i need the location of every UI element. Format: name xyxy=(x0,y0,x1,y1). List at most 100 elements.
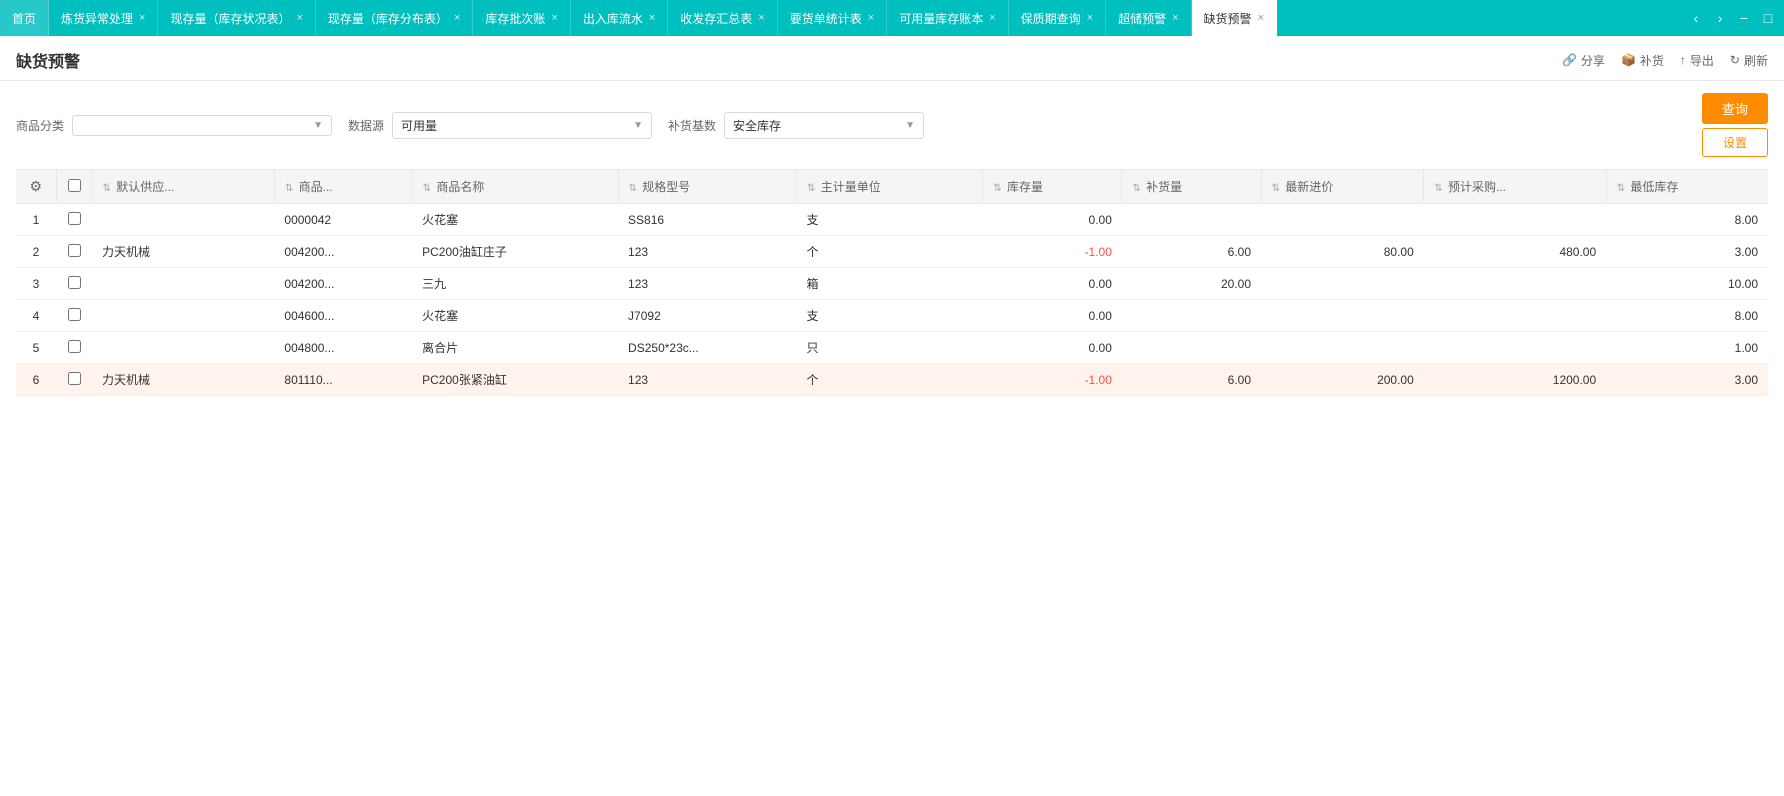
td-min-stock-2: 3.00 xyxy=(1606,236,1768,268)
td-checkbox-4[interactable] xyxy=(56,300,92,332)
td-replenish-3: 20.00 xyxy=(1122,268,1261,300)
tab-shoufa-close[interactable]: × xyxy=(758,12,764,24)
td-checkbox-6[interactable] xyxy=(56,364,92,396)
tab-churuku-close[interactable]: × xyxy=(649,12,655,24)
td-product-code-1: 0000042 xyxy=(274,204,412,236)
th-gear[interactable]: ⚙ xyxy=(16,170,56,204)
th-min-stock[interactable]: ⇅ 最低库存 xyxy=(1606,170,1768,204)
tab-baoqian-label: 保质期查询 xyxy=(1021,10,1081,27)
td-no-1: 1 xyxy=(16,204,56,236)
td-checkbox-1[interactable] xyxy=(56,204,92,236)
replenish-base-select[interactable]: 安全库存 ▼ xyxy=(724,112,924,139)
tab-minimize-btn[interactable]: − xyxy=(1732,6,1756,30)
row-checkbox-1[interactable] xyxy=(68,212,81,225)
row-checkbox-4[interactable] xyxy=(68,308,81,321)
tab-home[interactable]: 首页 xyxy=(0,0,49,36)
tab-pizhang[interactable]: 库存批次账 × xyxy=(473,0,570,36)
td-checkbox-2[interactable] xyxy=(56,236,92,268)
row-checkbox-3[interactable] xyxy=(68,276,81,289)
td-product-name-6: PC200张紧油缸 xyxy=(412,364,618,396)
td-unit-2: 个 xyxy=(796,236,982,268)
tab-baoqian-close[interactable]: × xyxy=(1087,12,1093,24)
tab-yaohuo-close[interactable]: × xyxy=(868,12,874,24)
td-latest-price-4 xyxy=(1261,300,1424,332)
td-product-name-4: 火花塞 xyxy=(412,300,618,332)
tab-baoqian[interactable]: 保质期查询 × xyxy=(1009,0,1106,36)
share-icon: 🔗 xyxy=(1562,53,1577,67)
td-spec-3: 123 xyxy=(618,268,796,300)
query-button[interactable]: 查询 xyxy=(1702,93,1768,124)
tab-yaohuo[interactable]: 要货单统计表 × xyxy=(778,0,887,36)
datasource-label: 数据源 xyxy=(348,117,384,134)
replenish-button[interactable]: 📦 补货 xyxy=(1621,52,1664,69)
th-product-code[interactable]: ⇅ 商品... xyxy=(274,170,412,204)
tab-lian[interactable]: 炼货异常处理 × xyxy=(49,0,158,36)
setting-button[interactable]: 设置 xyxy=(1702,128,1768,157)
th-replenish-label: 补货量 xyxy=(1146,180,1182,194)
th-supplier[interactable]: ⇅ 默认供应... xyxy=(92,170,274,204)
th-checkbox[interactable] xyxy=(56,170,92,204)
gear-icon[interactable]: ⚙ xyxy=(29,178,42,194)
th-spec[interactable]: ⇅ 规格型号 xyxy=(618,170,796,204)
refresh-button[interactable]: ↻ 刷新 xyxy=(1730,52,1768,69)
share-label: 分享 xyxy=(1581,52,1605,69)
td-supplier-6: 力天机械 xyxy=(92,364,274,396)
tab-quehuo-close[interactable]: × xyxy=(1258,12,1264,24)
tab-next-btn[interactable]: › xyxy=(1708,6,1732,30)
td-product-name-2: PC200油缸庄子 xyxy=(412,236,618,268)
tab-churuku-label: 出入库流水 xyxy=(583,10,643,27)
td-no-6: 6 xyxy=(16,364,56,396)
td-supplier-4 xyxy=(92,300,274,332)
tab-maximize-btn[interactable]: □ xyxy=(1756,6,1780,30)
sort-icon: ⇅ xyxy=(807,183,815,194)
tab-yaohuo-label: 要货单统计表 xyxy=(790,10,862,27)
datasource-select[interactable]: 可用量 ▼ xyxy=(392,112,652,139)
category-select[interactable]: ▼ xyxy=(72,115,332,136)
table-container: ⚙ ⇅ 默认供应... ⇅ 商品... ⇅ 商品名称 xyxy=(0,169,1784,396)
refresh-icon: ↻ xyxy=(1730,53,1740,67)
th-latest-price[interactable]: ⇅ 最新进价 xyxy=(1261,170,1424,204)
row-checkbox-5[interactable] xyxy=(68,340,81,353)
table-row: 3 004200... 三九 123 箱 0.00 20.00 10.00 xyxy=(16,268,1768,300)
th-stock[interactable]: ⇅ 库存量 xyxy=(983,170,1122,204)
th-replenish[interactable]: ⇅ 补货量 xyxy=(1122,170,1261,204)
td-min-stock-4: 8.00 xyxy=(1606,300,1768,332)
td-stock-1: 0.00 xyxy=(983,204,1122,236)
sort-icon: ⇅ xyxy=(629,183,637,194)
td-checkbox-3[interactable] xyxy=(56,268,92,300)
tab-chaochu[interactable]: 超储预警 × xyxy=(1106,0,1191,36)
export-button[interactable]: ↑ 导出 xyxy=(1680,52,1714,69)
th-unit[interactable]: ⇅ 主计量单位 xyxy=(796,170,982,204)
td-est-purchase-3 xyxy=(1424,268,1606,300)
tab-lian-label: 炼货异常处理 xyxy=(61,10,133,27)
table-header-row: ⚙ ⇅ 默认供应... ⇅ 商品... ⇅ 商品名称 xyxy=(16,170,1768,204)
th-est-purchase[interactable]: ⇅ 预计采购... xyxy=(1424,170,1606,204)
tab-quehuo[interactable]: 缺货预警 × xyxy=(1192,0,1277,36)
row-checkbox-6[interactable] xyxy=(68,372,81,385)
tab-keyong-close[interactable]: × xyxy=(989,12,995,24)
select-all-checkbox[interactable] xyxy=(68,179,81,192)
sort-icon: ⇅ xyxy=(1132,183,1140,194)
share-button[interactable]: 🔗 分享 xyxy=(1562,52,1605,69)
td-unit-5: 只 xyxy=(796,332,982,364)
refresh-label: 刷新 xyxy=(1744,52,1768,69)
datasource-arrow-icon: ▼ xyxy=(633,120,643,131)
tab-keyong[interactable]: 可用量库存账本 × xyxy=(887,0,1008,36)
th-product-name[interactable]: ⇅ 商品名称 xyxy=(412,170,618,204)
tab-churuku[interactable]: 出入库流水 × xyxy=(571,0,668,36)
td-replenish-5 xyxy=(1122,332,1261,364)
tab-xianzun1[interactable]: 现存量（库存状况表） × xyxy=(158,0,315,36)
tab-xianzun2[interactable]: 现存量（库存分布表） × xyxy=(316,0,473,36)
tab-chaochu-close[interactable]: × xyxy=(1172,12,1178,24)
tab-pizhang-close[interactable]: × xyxy=(551,12,557,24)
td-checkbox-5[interactable] xyxy=(56,332,92,364)
tab-xianzun1-close[interactable]: × xyxy=(296,12,302,24)
tab-pizhang-label: 库存批次账 xyxy=(485,10,545,27)
tab-xianzun2-close[interactable]: × xyxy=(454,12,460,24)
tab-shoufa[interactable]: 收发存汇总表 × xyxy=(668,0,777,36)
sort-icon: ⇅ xyxy=(1434,183,1442,194)
tab-lian-close[interactable]: × xyxy=(139,12,145,24)
row-checkbox-2[interactable] xyxy=(68,244,81,257)
replenish-icon: 📦 xyxy=(1621,53,1636,67)
tab-prev-btn[interactable]: ‹ xyxy=(1684,6,1708,30)
